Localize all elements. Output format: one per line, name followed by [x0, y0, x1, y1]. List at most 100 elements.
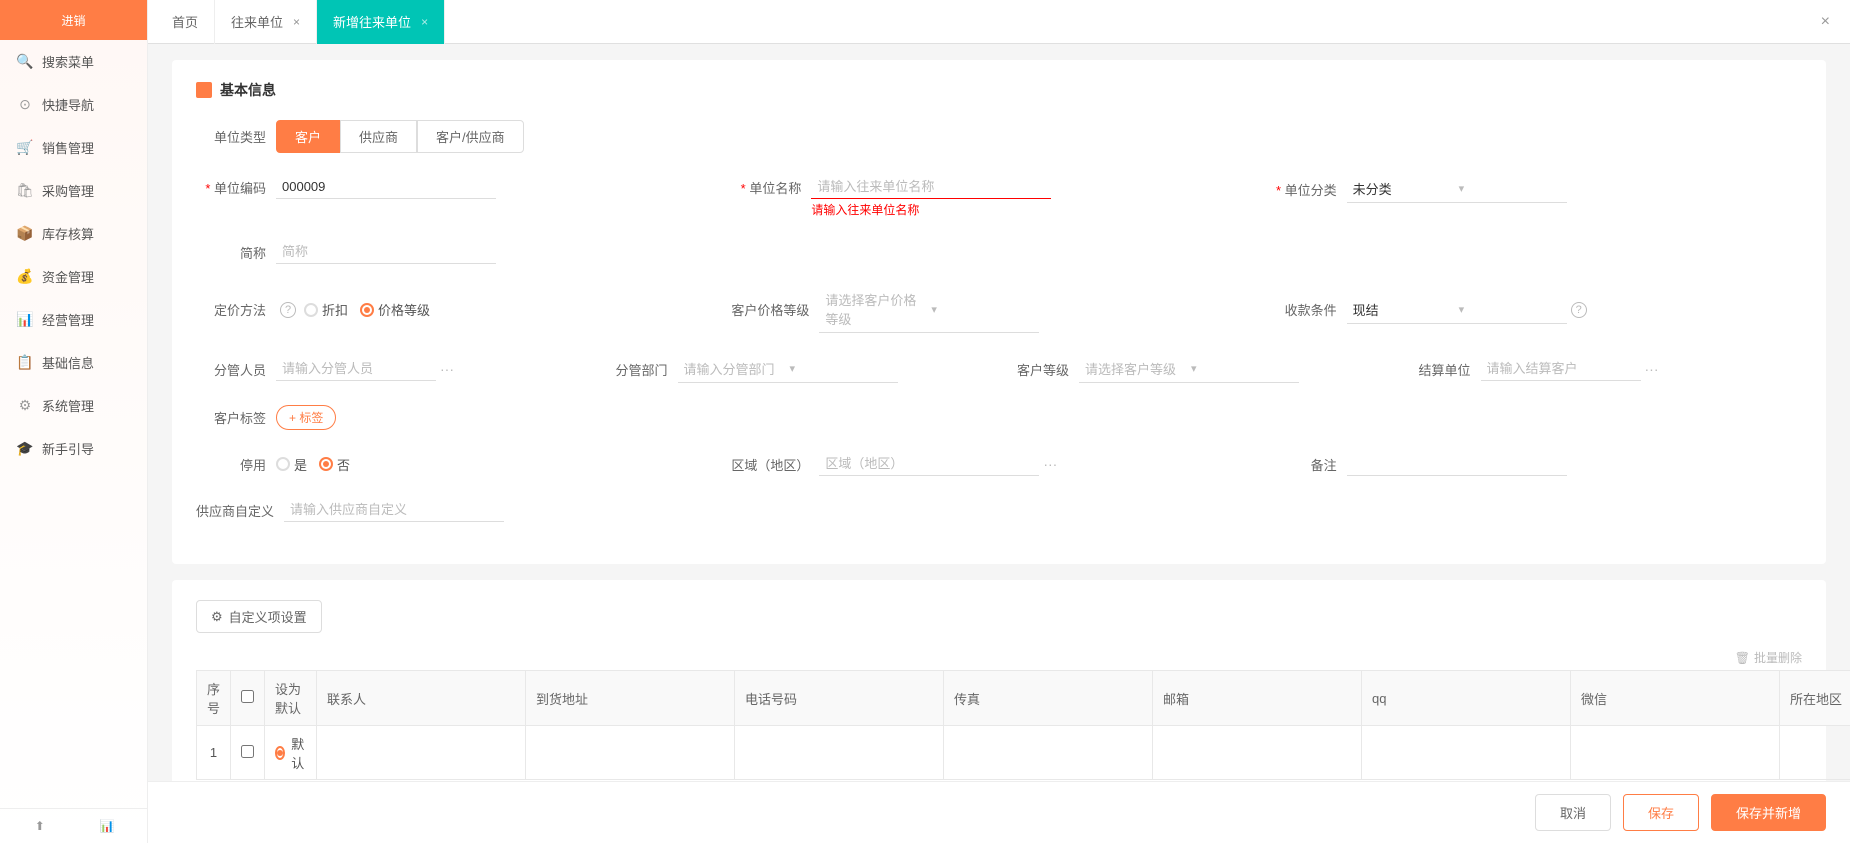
tab-home-label: 首页 — [172, 12, 198, 31]
row-fax-input[interactable] — [954, 741, 1142, 764]
col-fax: 传真 — [944, 671, 1153, 726]
row-phone-input[interactable] — [745, 741, 933, 764]
unit-type-supplier-btn[interactable]: 供应商 — [340, 120, 417, 153]
sidebar-item-label: 采购管理 — [42, 181, 94, 200]
sidebar-bottom-right[interactable]: 📊 — [78, 819, 138, 833]
tab-partner[interactable]: 往来单位 × — [215, 0, 317, 44]
custom-settings-btn[interactable]: ⚙ 自定义项设置 — [196, 600, 322, 633]
radio-price-level-dot — [360, 303, 374, 317]
payment-terms-help-icon[interactable]: ? — [1571, 302, 1587, 318]
add-tag-btn[interactable]: + 标签 — [276, 405, 336, 430]
unit-name-input[interactable] — [811, 175, 1051, 199]
form-card: 基本信息 单位类型 客户 供应商 客户/供应商 单位编码 — [172, 60, 1826, 564]
section-title-icon — [196, 82, 212, 98]
manager-label: 分管人员 — [196, 360, 276, 379]
settlement-input[interactable] — [1481, 357, 1641, 381]
tab-home[interactable]: 首页 — [156, 0, 215, 44]
tab-new-partner-close[interactable]: × — [421, 15, 428, 29]
sidebar-item-basic[interactable]: 📋 基础信息 — [0, 341, 147, 384]
radio-price-level[interactable]: 价格等级 — [360, 300, 430, 319]
radio-disabled-no-dot — [319, 457, 333, 471]
remark-group: 备注 — [1267, 452, 1802, 476]
short-name-label: 简称 — [196, 243, 276, 262]
row-address-input[interactable] — [536, 741, 724, 764]
radio-disabled-no[interactable]: 否 — [319, 455, 350, 474]
basic-icon: 📋 — [16, 354, 34, 372]
row-qq-input[interactable] — [1372, 741, 1560, 764]
col-wechat: 微信 — [1571, 671, 1780, 726]
customer-price-select[interactable]: 请选择客户价格等级 ▾ — [819, 286, 1039, 333]
customer-level-group: 客户等级 请选择客户等级 ▾ — [999, 355, 1401, 383]
col-email: 邮箱 — [1153, 671, 1362, 726]
unit-type-buttons: 客户 供应商 客户/供应商 — [276, 120, 524, 153]
sidebar-bottom: ⬆ 📊 — [0, 808, 147, 843]
col-no: 序号 — [197, 671, 231, 726]
row-wechat-input[interactable] — [1581, 741, 1769, 764]
sidebar-item-newbie[interactable]: 🎓 新手引导 — [0, 427, 147, 470]
table-row: 1 默认 — [197, 726, 1850, 780]
short-name-input[interactable] — [276, 240, 496, 264]
save-new-button[interactable]: 保存并新增 — [1711, 794, 1826, 831]
supplier-custom-input[interactable] — [284, 498, 504, 522]
radio-discount[interactable]: 折扣 — [304, 300, 348, 319]
row-default-radio[interactable]: 默认 — [275, 734, 306, 772]
unit-code-input[interactable] — [276, 175, 496, 199]
unit-type-customer-btn[interactable]: 客户 — [276, 120, 340, 153]
sidebar-item-quicknav[interactable]: ⊙ 快捷导航 — [0, 83, 147, 126]
save-button[interactable]: 保存 — [1623, 794, 1699, 831]
unit-type-label: 单位类型 — [196, 127, 276, 146]
row-region-input[interactable] — [1790, 741, 1850, 764]
customer-level-select[interactable]: 请选择客户等级 ▾ — [1079, 355, 1299, 383]
sidebar-item-purchase[interactable]: 🛍 采购管理 — [0, 169, 147, 212]
sidebar-bottom-left[interactable]: ⬆ — [10, 819, 70, 833]
row-contact-input[interactable] — [327, 741, 515, 764]
sidebar: 进销 🔍 搜索菜单 ⊙ 快捷导航 🛒 销售管理 🛍 采购管理 📦 库存核算 💰 … — [0, 0, 148, 843]
unit-name-group: 单位名称 请输入往来单位名称 — [731, 175, 1266, 218]
region-group: 区域（地区） ··· — [731, 452, 1266, 476]
sidebar-item-search[interactable]: 🔍 搜索菜单 — [0, 40, 147, 83]
manager-row: 分管人员 ··· 分管部门 请输入分管部门 ▾ 客户等级 请选择客户等级 ▾ — [196, 355, 1802, 387]
region-label: 区域（地区） — [731, 455, 819, 474]
sidebar-item-stock[interactable]: 📦 库存核算 — [0, 212, 147, 255]
select-all-checkbox[interactable] — [241, 690, 254, 703]
tab-partner-close[interactable]: × — [293, 15, 300, 29]
sidebar-item-label: 资金管理 — [42, 267, 94, 286]
row-region — [1780, 726, 1850, 780]
payment-terms-select[interactable]: 现结 ▾ — [1347, 296, 1567, 324]
unit-category-label: 单位分类 — [1267, 180, 1347, 199]
unit-type-both-btn[interactable]: 客户/供应商 — [417, 120, 524, 153]
pricing-help-icon[interactable]: ? — [280, 302, 296, 318]
tab-new-partner-label: 新增往来单位 — [333, 12, 411, 31]
manager-more-btn[interactable]: ··· — [436, 361, 458, 377]
region-more-btn[interactable]: ··· — [1039, 456, 1061, 472]
row-no: 1 — [197, 726, 231, 780]
radio-disabled-no-label: 否 — [337, 455, 350, 474]
remark-input[interactable] — [1347, 452, 1567, 476]
batch-delete-area[interactable]: 🗑 批量删除 — [196, 649, 1802, 666]
sidebar-item-label: 经营管理 — [42, 310, 94, 329]
settlement-more-btn[interactable]: ··· — [1641, 361, 1663, 377]
region-input[interactable] — [819, 452, 1039, 476]
department-select[interactable]: 请输入分管部门 ▾ — [678, 355, 898, 383]
sidebar-item-finance[interactable]: 💰 资金管理 — [0, 255, 147, 298]
sidebar-item-sales[interactable]: 🛒 销售管理 — [0, 126, 147, 169]
sales-icon: 🛒 — [16, 139, 34, 157]
customer-level-label: 客户等级 — [999, 360, 1079, 379]
row-email-input[interactable] — [1163, 741, 1351, 764]
tabbar-close-btn[interactable]: × — [1809, 13, 1842, 31]
tag-group: 客户标签 + 标签 — [196, 405, 1802, 430]
manager-input[interactable] — [276, 357, 436, 381]
row-checkbox[interactable] — [241, 745, 254, 758]
sidebar-item-system[interactable]: ⚙ 系统管理 — [0, 384, 147, 427]
sidebar-item-operation[interactable]: 📊 经营管理 — [0, 298, 147, 341]
disabled-group: 停用 是 否 — [196, 455, 731, 474]
col-address: 到货地址 — [526, 671, 735, 726]
cancel-button[interactable]: 取消 — [1535, 794, 1611, 831]
tabbar: 首页 往来单位 × 新增往来单位 × × — [148, 0, 1850, 44]
unit-category-select[interactable]: 未分类 ▾ — [1347, 175, 1567, 203]
radio-disabled-yes[interactable]: 是 — [276, 455, 307, 474]
sidebar-item-label: 系统管理 — [42, 396, 94, 415]
remark-label: 备注 — [1267, 455, 1347, 474]
tab-new-partner[interactable]: 新增往来单位 × — [317, 0, 445, 44]
batch-delete-label: 批量删除 — [1754, 649, 1802, 666]
